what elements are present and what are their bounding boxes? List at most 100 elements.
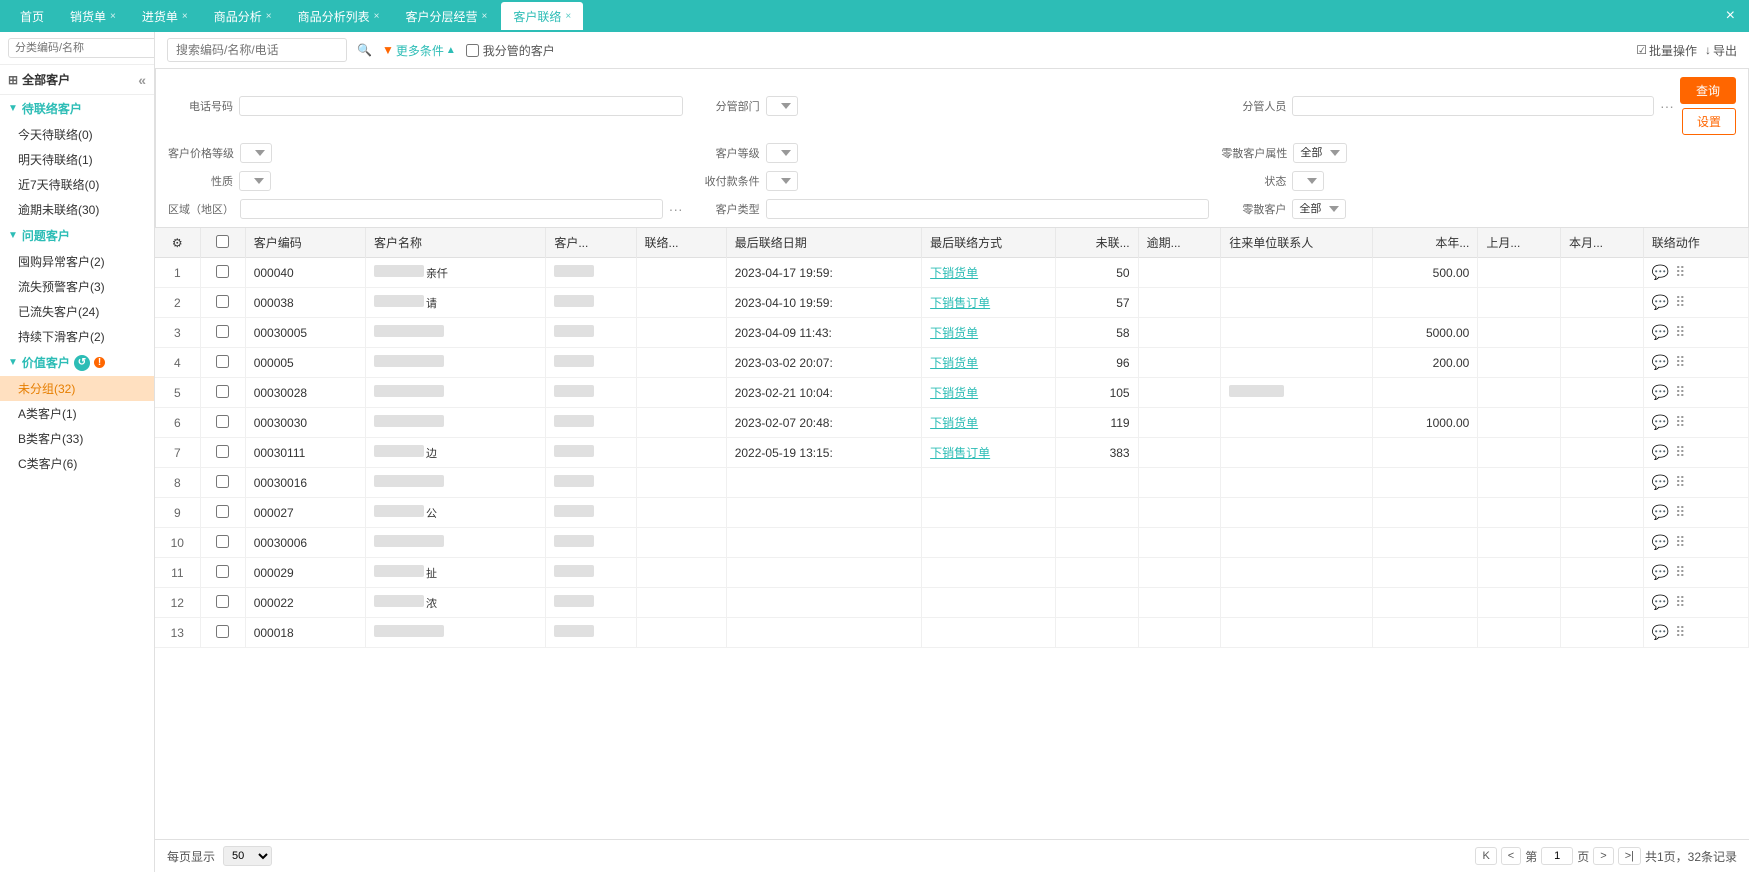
chat-icon[interactable]: 💬 [1652, 294, 1669, 311]
chat-icon[interactable]: 💬 [1652, 474, 1669, 491]
menu-icon[interactable]: ⠿ [1675, 474, 1685, 491]
menu-icon[interactable]: ⠿ [1675, 504, 1685, 521]
refresh-badge[interactable]: ↺ [74, 355, 90, 371]
query-button[interactable]: 查询 [1680, 77, 1736, 104]
close-product-tab[interactable]: × [266, 11, 272, 22]
chat-icon[interactable]: 💬 [1652, 324, 1669, 341]
sidebar-item-7days[interactable]: 近7天待联络(0) [0, 172, 154, 197]
menu-icon[interactable]: ⠿ [1675, 624, 1685, 641]
filter-select-scatter-cust[interactable]: 全部 [1292, 199, 1346, 219]
sidebar-item-overdue[interactable]: 逾期未联络(30) [0, 197, 154, 222]
chat-icon[interactable]: 💬 [1652, 564, 1669, 581]
manager-dots-btn[interactable]: ··· [1660, 98, 1674, 114]
sidebar-item-today[interactable]: 今天待联络(0) [0, 122, 154, 147]
menu-icon[interactable]: ⠿ [1675, 534, 1685, 551]
filter-search-icon[interactable]: 🔍 [357, 43, 372, 57]
row-checkbox[interactable] [216, 595, 229, 608]
last-way-link[interactable]: 下销售订单 [930, 446, 990, 460]
row-checkbox[interactable] [216, 355, 229, 368]
cell-check[interactable] [200, 258, 245, 288]
chat-icon[interactable]: 💬 [1652, 534, 1669, 551]
row-checkbox[interactable] [216, 295, 229, 308]
batch-op-btn[interactable]: ☑ 批量操作 [1636, 42, 1697, 59]
sidebar-item-abnormal[interactable]: 囤购异常客户(2) [0, 249, 154, 274]
menu-icon[interactable]: ⠿ [1675, 294, 1685, 311]
sidebar-collapse-icon[interactable]: « [138, 72, 146, 88]
row-checkbox[interactable] [216, 445, 229, 458]
chat-icon[interactable]: 💬 [1652, 444, 1669, 461]
th-gear[interactable]: ⚙ [155, 228, 200, 258]
page-input[interactable] [1541, 847, 1573, 865]
menu-icon[interactable]: ⠿ [1675, 264, 1685, 281]
row-checkbox[interactable] [216, 385, 229, 398]
row-checkbox[interactable] [216, 625, 229, 638]
last-way-link[interactable]: 下销售订单 [930, 296, 990, 310]
select-all-checkbox[interactable] [216, 235, 229, 248]
row-checkbox[interactable] [216, 265, 229, 278]
sidebar-section-pending[interactable]: ▼ 待联络客户 [0, 95, 154, 122]
sidebar-item-class-c[interactable]: C类客户(6) [0, 451, 154, 476]
sidebar-search-input[interactable] [8, 38, 155, 58]
menu-icon[interactable]: ⠿ [1675, 594, 1685, 611]
tab-customer-contact[interactable]: 客户联络 × [501, 2, 583, 30]
close-sales-tab[interactable]: × [110, 11, 116, 22]
sidebar-item-tomorrow[interactable]: 明天待联络(1) [0, 147, 154, 172]
chat-icon[interactable]: 💬 [1652, 354, 1669, 371]
cell-check[interactable] [200, 348, 245, 378]
close-purchase-tab[interactable]: × [182, 11, 188, 22]
reset-button[interactable]: 设置 [1682, 108, 1736, 135]
chat-icon[interactable]: 💬 [1652, 384, 1669, 401]
menu-icon[interactable]: ⠿ [1675, 444, 1685, 461]
chat-icon[interactable]: 💬 [1652, 504, 1669, 521]
cell-check[interactable] [200, 468, 245, 498]
row-checkbox[interactable] [216, 565, 229, 578]
filter-search-input[interactable] [167, 38, 347, 62]
sidebar-section-value[interactable]: ▼ 价值客户 ↺ ! [0, 349, 154, 376]
sidebar-item-churn-warning[interactable]: 流失预警客户(3) [0, 274, 154, 299]
filter-input-region[interactable] [240, 199, 663, 219]
tab-purchase[interactable]: 进货单 × [130, 2, 200, 30]
menu-icon[interactable]: ⠿ [1675, 354, 1685, 371]
sidebar-section-problem[interactable]: ▼ 问题客户 [0, 222, 154, 249]
filter-input-phone[interactable] [239, 96, 683, 116]
page-size-select[interactable]: 50 20 100 [223, 846, 272, 866]
cell-check[interactable] [200, 288, 245, 318]
chat-icon[interactable]: 💬 [1652, 414, 1669, 431]
row-checkbox[interactable] [216, 475, 229, 488]
cell-check[interactable] [200, 438, 245, 468]
filter-select-scatter-attr[interactable]: 全部 [1293, 143, 1347, 163]
sidebar-item-ungroued[interactable]: 未分组(32) [0, 376, 154, 401]
cell-check[interactable] [200, 528, 245, 558]
my-customers-filter[interactable]: 我分管的客户 [466, 42, 555, 59]
menu-icon[interactable]: ⠿ [1675, 324, 1685, 341]
row-checkbox[interactable] [216, 325, 229, 338]
chat-icon[interactable]: 💬 [1652, 264, 1669, 281]
sidebar-item-declining[interactable]: 持续下滑客户(2) [0, 324, 154, 349]
close-product-list-tab[interactable]: × [374, 11, 380, 22]
cell-check[interactable] [200, 558, 245, 588]
last-way-link[interactable]: 下销货单 [930, 326, 978, 340]
cell-check[interactable] [200, 588, 245, 618]
filter-select-nature[interactable] [239, 171, 271, 191]
last-way-link[interactable]: 下销货单 [930, 386, 978, 400]
filter-select-dept[interactable] [766, 96, 798, 116]
tab-sales[interactable]: 销货单 × [58, 2, 128, 30]
filter-select-cust-level[interactable] [766, 143, 798, 163]
sidebar-item-class-a[interactable]: A类客户(1) [0, 401, 154, 426]
tab-customer-tier[interactable]: 客户分层经营 × [393, 2, 499, 30]
sidebar-item-churned[interactable]: 已流失客户(24) [0, 299, 154, 324]
page-next-btn[interactable]: > [1593, 847, 1613, 865]
close-contact-tab[interactable]: × [565, 11, 571, 22]
row-checkbox[interactable] [216, 505, 229, 518]
filter-input-manager[interactable] [1292, 96, 1654, 116]
sidebar-item-class-b[interactable]: B类客户(33) [0, 426, 154, 451]
region-dots-btn[interactable]: ··· [669, 201, 683, 217]
cell-check[interactable] [200, 318, 245, 348]
cell-check[interactable] [200, 498, 245, 528]
top-nav-close[interactable]: × [1720, 5, 1741, 27]
cell-check[interactable] [200, 378, 245, 408]
menu-icon[interactable]: ⠿ [1675, 384, 1685, 401]
chat-icon[interactable]: 💬 [1652, 594, 1669, 611]
tab-home[interactable]: 首页 [8, 2, 56, 30]
export-btn[interactable]: ↓ 导出 [1705, 42, 1737, 59]
